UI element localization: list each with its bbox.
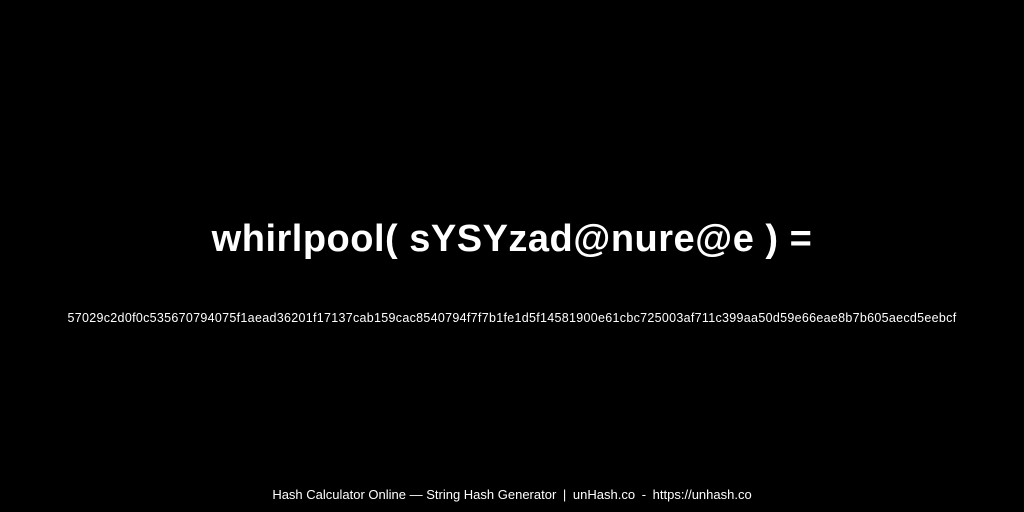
footer-separator: |: [563, 487, 566, 502]
main-content: whirlpool( sYSYzad@nure@e ) = 57029c2d0f…: [0, 218, 1024, 325]
footer: Hash Calculator Online — String Hash Gen…: [0, 487, 1024, 502]
hash-output: 57029c2d0f0c535670794075f1aead36201f1713…: [68, 311, 957, 325]
footer-text: Hash Calculator Online — String Hash Gen…: [272, 487, 556, 502]
footer-url-link[interactable]: https://unhash.co: [653, 487, 752, 502]
hash-expression: whirlpool( sYSYzad@nure@e ) =: [212, 218, 813, 261]
footer-dash: -: [642, 487, 646, 502]
footer-site-link[interactable]: unHash.co: [573, 487, 635, 502]
